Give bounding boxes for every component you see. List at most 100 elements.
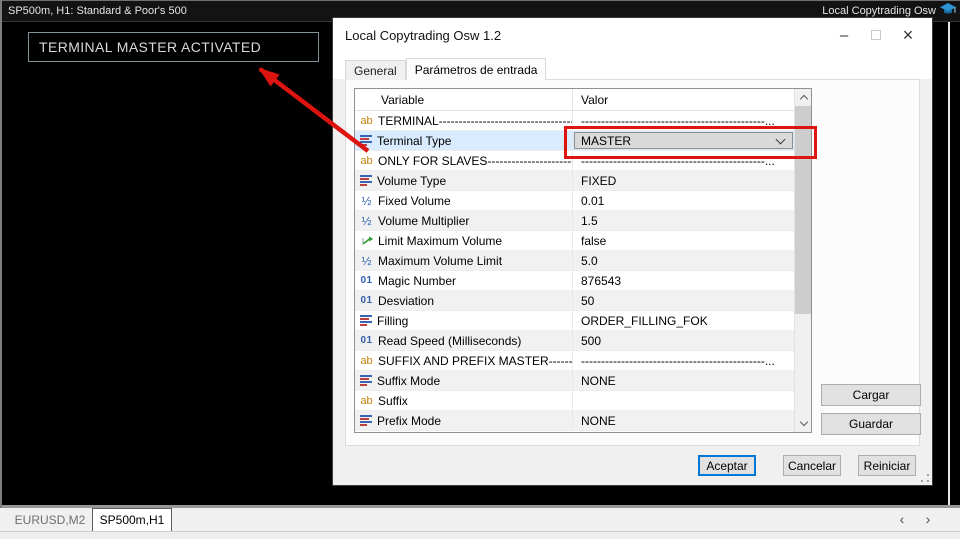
scroll-down-icon[interactable] <box>795 415 811 432</box>
param-name-cell[interactable]: ab SUFFIX AND PREFIX MASTER-------------.… <box>355 351 573 370</box>
scroll-up-icon[interactable] <box>795 89 811 106</box>
param-name-cell[interactable]: ½ Fixed Volume <box>355 191 573 210</box>
param-name-cell[interactable]: ab ONLY FOR SLAVES-----------------------… <box>355 151 573 170</box>
parameters-tab-page: Variable Valor ab TERMINAL---------------… <box>345 79 921 446</box>
ea-properties-dialog: Local Copytrading Osw 1.2 – × General Pa… <box>333 18 932 485</box>
param-row[interactable]: ab SUFFIX AND PREFIX MASTER-------------.… <box>355 351 794 371</box>
param-value[interactable]: ----------------------------------------… <box>581 354 775 368</box>
reiniciar-button[interactable]: Reiniciar <box>858 455 916 476</box>
param-name-cell[interactable]: ab TERMINAL------------------------------… <box>355 111 573 130</box>
chart-tab-bar: EURUSD,M2 SP500m,H1 ‹ › <box>0 508 960 531</box>
param-row[interactable]: ab ONLY FOR SLAVES--------------------- --… <box>355 151 794 171</box>
cancelar-button[interactable]: Cancelar <box>783 455 841 476</box>
param-value-cell[interactable]: 1.5 <box>573 211 794 230</box>
param-row[interactable]: Terminal Type MASTER <box>355 131 794 151</box>
table-scrollbar[interactable] <box>794 89 811 432</box>
param-row[interactable]: Volume Type FIXED <box>355 171 794 191</box>
param-row[interactable]: Filling ORDER_FILLING_FOK <box>355 311 794 331</box>
chart-tab-eurusd[interactable]: EURUSD,M2 <box>10 508 90 531</box>
tab-scroll-left-icon[interactable]: ‹ <box>893 510 911 528</box>
tab-general[interactable]: General <box>345 60 406 80</box>
scrollbar-thumb[interactable] <box>795 106 811 314</box>
column-header-valor[interactable]: Valor <box>573 89 811 110</box>
text-icon: ab <box>360 154 373 167</box>
param-row[interactable]: Suffix Mode NONE <box>355 371 794 391</box>
param-value-cell[interactable]: ----------------------------------------… <box>573 351 794 370</box>
param-name: Volume Multiplier <box>378 213 470 228</box>
param-value[interactable]: 1.5 <box>581 214 598 228</box>
chart-frame-right <box>948 22 950 505</box>
param-value[interactable]: ----------------------------------------… <box>581 154 775 168</box>
param-row[interactable]: ½ Fixed Volume 0.01 <box>355 191 794 211</box>
param-name-cell[interactable]: Volume Type <box>355 171 573 190</box>
param-value[interactable]: 0.01 <box>581 194 604 208</box>
param-value-cell[interactable]: FIXED <box>573 171 794 190</box>
param-value-cell[interactable]: 500 <box>573 331 794 350</box>
param-row[interactable]: ½ Maximum Volume Limit 5.0 <box>355 251 794 271</box>
param-name-cell[interactable]: ab Suffix <box>355 391 573 410</box>
table-rows: ab TERMINAL------------------------------… <box>355 111 794 431</box>
param-value[interactable]: FIXED <box>581 174 616 188</box>
guardar-button[interactable]: Guardar <box>821 413 921 435</box>
param-value-cell[interactable]: false <box>573 231 794 250</box>
param-name-cell[interactable]: 01 Desviation <box>355 291 573 310</box>
param-name-cell[interactable]: Filling <box>355 311 573 330</box>
param-name-cell[interactable]: Suffix Mode <box>355 371 573 390</box>
param-name-cell[interactable]: ½ Maximum Volume Limit <box>355 251 573 270</box>
param-row[interactable]: 01 Read Speed (Milliseconds) 500 <box>355 331 794 351</box>
param-row[interactable]: Limit Maximum Volume false <box>355 231 794 251</box>
param-value-cell[interactable]: ----------------------------------------… <box>573 151 794 170</box>
param-value-cell[interactable]: MASTER <box>573 131 794 150</box>
param-value[interactable]: ORDER_FILLING_FOK <box>581 314 708 328</box>
chevron-down-icon <box>775 134 786 144</box>
param-row[interactable]: 01 Magic Number 876543 <box>355 271 794 291</box>
column-header-variable[interactable]: Variable <box>355 89 573 110</box>
param-name: Prefix Mode <box>377 413 442 428</box>
param-name-cell[interactable]: Limit Maximum Volume <box>355 231 573 250</box>
window-frame-top <box>0 0 960 1</box>
param-value-cell[interactable]: 50 <box>573 291 794 310</box>
param-value-cell[interactable]: ORDER_FILLING_FOK <box>573 311 794 330</box>
param-value[interactable]: false <box>581 234 606 248</box>
param-value-cell[interactable]: 5.0 <box>573 251 794 270</box>
param-row[interactable]: Prefix Mode NONE <box>355 411 794 431</box>
terminal-master-activated-label: TERMINAL MASTER ACTIVATED <box>28 32 319 62</box>
param-row[interactable]: 01 Desviation 50 <box>355 291 794 311</box>
maximize-icon <box>871 30 881 40</box>
tab-scroll-right-icon[interactable]: › <box>919 510 937 528</box>
minimize-button[interactable]: – <box>828 22 860 48</box>
chart-tab-sp500m[interactable]: SP500m,H1 <box>92 508 172 531</box>
param-name-cell[interactable]: Prefix Mode <box>355 411 573 430</box>
cargar-button[interactable]: Cargar <box>821 384 921 406</box>
param-value-cell[interactable] <box>573 391 794 410</box>
param-name-cell[interactable]: 01 Magic Number <box>355 271 573 290</box>
param-name-cell[interactable]: ½ Volume Multiplier <box>355 211 573 230</box>
dialog-tabstrip: General Parámetros de entrada <box>345 57 547 81</box>
param-name: TERMINAL--------------------------------… <box>378 113 573 128</box>
param-name-cell[interactable]: 01 Read Speed (Milliseconds) <box>355 331 573 350</box>
param-row[interactable]: ab Suffix <box>355 391 794 411</box>
param-name-cell[interactable]: Terminal Type <box>355 131 573 150</box>
integer-icon: 01 <box>360 275 373 286</box>
resize-grip[interactable] <box>920 473 929 482</box>
param-value[interactable]: NONE <box>581 414 616 428</box>
enum-icon <box>360 135 373 146</box>
tab-parametros-de-entrada[interactable]: Parámetros de entrada <box>405 58 547 81</box>
param-value[interactable]: 876543 <box>581 274 621 288</box>
param-value-cell[interactable]: 876543 <box>573 271 794 290</box>
param-value[interactable]: 50 <box>581 294 594 308</box>
aceptar-button[interactable]: Aceptar <box>698 455 756 476</box>
param-row[interactable]: ½ Volume Multiplier 1.5 <box>355 211 794 231</box>
param-value-cell[interactable]: NONE <box>573 411 794 430</box>
param-row[interactable]: ab TERMINAL------------------------------… <box>355 111 794 131</box>
param-value[interactable]: NONE <box>581 374 616 388</box>
param-value-cell[interactable]: ----------------------------------------… <box>573 111 794 130</box>
window-frame-left <box>0 0 2 531</box>
close-button[interactable]: × <box>892 22 924 48</box>
param-value[interactable]: 5.0 <box>581 254 598 268</box>
param-value[interactable]: ----------------------------------------… <box>581 114 775 128</box>
param-value-cell[interactable]: 0.01 <box>573 191 794 210</box>
param-value[interactable]: 500 <box>581 334 601 348</box>
param-value-cell[interactable]: NONE <box>573 371 794 390</box>
terminal-type-dropdown[interactable]: MASTER <box>574 132 793 149</box>
